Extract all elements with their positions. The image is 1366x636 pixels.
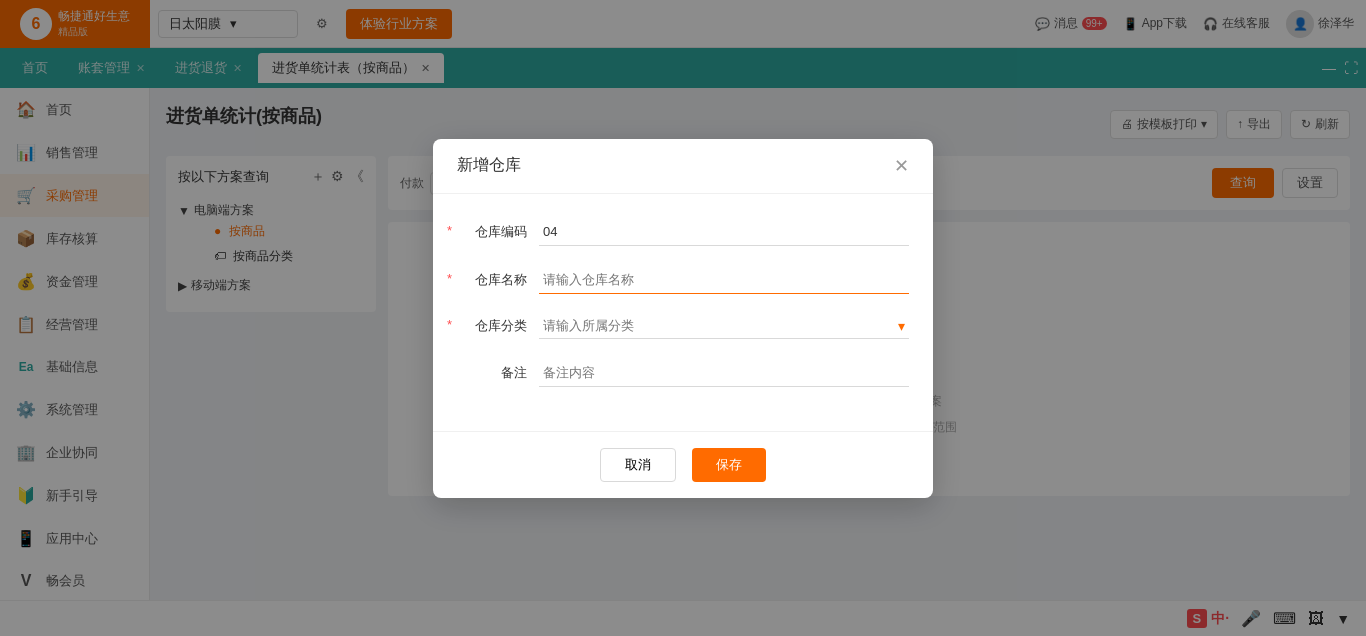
dialog-header: 新增仓库 ✕ [433,139,933,194]
dialog-body: 仓库编码 仓库名称 仓库分类 ▾ 备注 [433,194,933,431]
form-row-note: 备注 [457,359,909,387]
name-input[interactable] [539,266,909,294]
form-row-category: 仓库分类 ▾ [457,314,909,339]
new-warehouse-dialog: 新增仓库 ✕ 仓库编码 仓库名称 仓库分类 ▾ [433,139,933,498]
dialog-close-btn[interactable]: ✕ [894,155,909,177]
save-btn[interactable]: 保存 [692,448,766,482]
note-label: 备注 [457,364,527,382]
code-input[interactable] [539,218,909,246]
form-row-code: 仓库编码 [457,218,909,246]
category-label: 仓库分类 [457,317,527,335]
name-label: 仓库名称 [457,271,527,289]
category-chevron-icon: ▾ [898,318,905,334]
code-label: 仓库编码 [457,223,527,241]
dialog-title: 新增仓库 [457,155,521,176]
cancel-btn[interactable]: 取消 [600,448,676,482]
form-row-name: 仓库名称 [457,266,909,294]
category-input[interactable] [543,318,898,333]
note-input[interactable] [539,359,909,387]
modal-overlay[interactable]: 新增仓库 ✕ 仓库编码 仓库名称 仓库分类 ▾ [0,0,1366,636]
category-select-wrap[interactable]: ▾ [539,314,909,339]
dialog-footer: 取消 保存 [433,431,933,498]
